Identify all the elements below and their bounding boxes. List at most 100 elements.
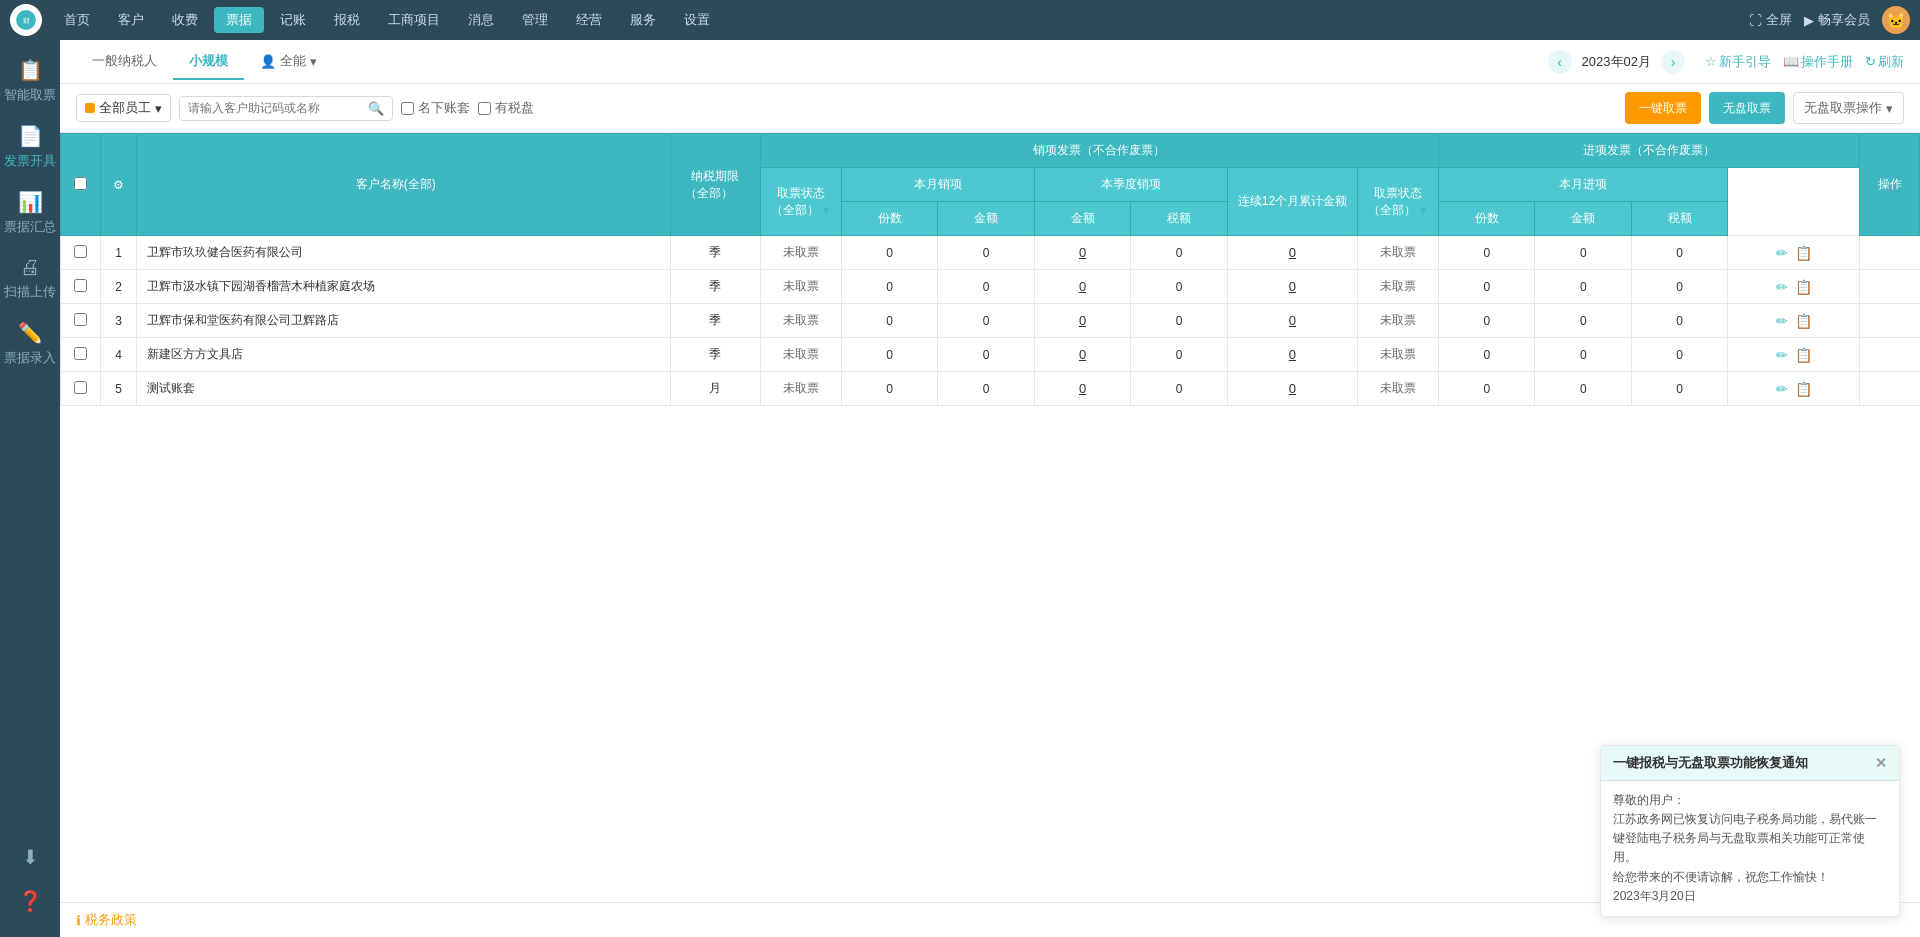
edit-action-icon[interactable]: ✏	[1776, 279, 1788, 295]
nav-operation[interactable]: 经营	[564, 7, 614, 33]
detail-action-icon[interactable]: 📋	[1795, 279, 1812, 295]
sales-month-count-cell: 0	[841, 338, 937, 372]
customer-search-input[interactable]	[180, 97, 360, 119]
sidebar-item-invoice-entry[interactable]: ✏️ 票据录入	[0, 311, 60, 377]
action-cell: ✏ 📋	[1728, 270, 1860, 304]
action-cell: ✏ 📋	[1728, 236, 1860, 270]
action-header: 操作	[1860, 134, 1920, 236]
operation-manual-link[interactable]: 📖 操作手册	[1783, 53, 1853, 71]
diskless-ops-button[interactable]: 无盘取票操作 ▾	[1793, 92, 1904, 124]
action-cell: ✏ 📋	[1728, 338, 1860, 372]
purchase-status-cell: 未取票	[1358, 338, 1439, 372]
prev-month-button[interactable]: ‹	[1548, 50, 1572, 74]
dropdown-chevron-icon: ▾	[155, 101, 162, 116]
row-checkbox[interactable]	[74, 347, 87, 360]
purchase-month-count-cell: 0	[1439, 372, 1535, 406]
nav-tax[interactable]: 报税	[322, 7, 372, 33]
row-checkbox[interactable]	[74, 245, 87, 258]
nav-home[interactable]: 首页	[52, 7, 102, 33]
customer-name-cell: 卫辉市保和堂医药有限公司卫辉路店	[137, 304, 671, 338]
edit-action-icon[interactable]: ✏	[1776, 381, 1788, 397]
row-checkbox[interactable]	[74, 313, 87, 326]
row-index: 1	[101, 236, 137, 270]
detail-action-icon[interactable]: 📋	[1795, 347, 1812, 363]
diskless-invoice-button[interactable]: 无盘取票	[1709, 92, 1785, 124]
sidebar-item-download[interactable]: ⬇	[18, 837, 43, 877]
row-checkbox-cell[interactable]	[61, 270, 101, 304]
scan-upload-icon: 🖨	[20, 256, 40, 279]
row-checkbox-cell[interactable]	[61, 338, 101, 372]
has-tax-disk-checkbox-label[interactable]: 有税盘	[478, 99, 534, 117]
nav-fee[interactable]: 收费	[160, 7, 210, 33]
nav-bookkeeping[interactable]: 记账	[268, 7, 318, 33]
new-user-guide-link[interactable]: ☆ 新手引导	[1705, 53, 1771, 71]
notification-close-button[interactable]: ✕	[1875, 755, 1887, 771]
sidebar-item-issue-invoice[interactable]: 📄 发票开具	[0, 114, 60, 180]
sales-12month-cell[interactable]: 0	[1227, 304, 1357, 338]
vip-button[interactable]: ▶ 畅享会员	[1804, 11, 1870, 29]
nav-management[interactable]: 管理	[510, 7, 560, 33]
sidebar-item-invoice-summary[interactable]: 📊 票据汇总	[0, 180, 60, 246]
select-all-header[interactable]	[61, 134, 101, 236]
next-month-button[interactable]: ›	[1661, 50, 1685, 74]
row-checkbox-cell[interactable]	[61, 372, 101, 406]
tab-general-taxpayer[interactable]: 一般纳税人	[76, 44, 173, 80]
nav-business[interactable]: 工商项目	[376, 7, 452, 33]
sales-month-amount-header: 金额	[938, 202, 1034, 236]
purchase-month-count-cell: 0	[1439, 304, 1535, 338]
detail-action-icon[interactable]: 📋	[1795, 245, 1812, 261]
tab-small-scale[interactable]: 小规模	[173, 44, 244, 80]
sales-12month-cell[interactable]: 0	[1227, 270, 1357, 304]
sidebar-item-smart-invoice[interactable]: 📋 智能取票	[0, 48, 60, 114]
own-account-checkbox[interactable]	[401, 102, 414, 115]
sales-month-count-cell: 0	[841, 372, 937, 406]
employee-select-dropdown[interactable]: 全部员工 ▾	[76, 94, 171, 122]
user-avatar[interactable]: 🐱	[1882, 6, 1910, 34]
edit-action-icon[interactable]: ✏	[1776, 347, 1788, 363]
edit-action-icon[interactable]: ✏	[1776, 313, 1788, 329]
sales-quarter-amount-cell[interactable]: 0	[1034, 236, 1130, 270]
toolbar: 全部员工 ▾ 🔍 名下账套 有税盘 一键取票 无盘取票 无盘取票操作 ▾	[60, 84, 1920, 133]
nav-menu: 首页 客户 收费 票据 记账 报税 工商项目 消息 管理 经营 服务 设置	[52, 7, 1749, 33]
help-icon: ❓	[18, 889, 43, 913]
row-checkbox-cell[interactable]	[61, 236, 101, 270]
sales-quarter-amount-cell[interactable]: 0	[1034, 338, 1130, 372]
nav-right-area: ⛶ 全屏 ▶ 畅享会员 🐱	[1749, 6, 1910, 34]
invoice-table: ⚙ 客户名称(全部) ▼ 纳税期限（全部）▼ 销项发票（不合作废票） 进项发票（…	[60, 133, 1920, 406]
one-click-invoice-button[interactable]: 一键取票	[1625, 92, 1701, 124]
nav-message[interactable]: 消息	[456, 7, 506, 33]
detail-action-icon[interactable]: 📋	[1795, 313, 1812, 329]
sales-quarter-amount-cell[interactable]: 0	[1034, 304, 1130, 338]
own-account-checkbox-label[interactable]: 名下账套	[401, 99, 470, 117]
select-all-checkbox[interactable]	[74, 177, 87, 190]
current-month-sales-header: 本月销项	[841, 168, 1034, 202]
issue-invoice-icon: 📄	[18, 124, 43, 148]
notification-panel: 一键报税与无盘取票功能恢复通知 ✕ 尊敬的用户：江苏政务网已恢复访问电子税务局功…	[1600, 745, 1900, 917]
edit-action-icon[interactable]: ✏	[1776, 245, 1788, 261]
nav-service[interactable]: 服务	[618, 7, 668, 33]
row-checkbox-cell[interactable]	[61, 304, 101, 338]
sales-12month-cell[interactable]: 0	[1227, 338, 1357, 372]
fullscreen-button[interactable]: ⛶ 全屏	[1749, 11, 1792, 29]
nav-customer[interactable]: 客户	[106, 7, 156, 33]
sidebar-item-help[interactable]: ❓	[18, 881, 43, 921]
row-index: 3	[101, 304, 137, 338]
has-tax-disk-checkbox[interactable]	[478, 102, 491, 115]
sidebar-item-scan-upload[interactable]: 🖨 扫描上传	[0, 246, 60, 311]
smart-invoice-icon: 📋	[18, 58, 43, 82]
profile-icon: 👤	[260, 54, 276, 69]
sales-quarter-amount-cell[interactable]: 0	[1034, 270, 1130, 304]
row-checkbox[interactable]	[74, 381, 87, 394]
sales-quarter-amount-cell[interactable]: 0	[1034, 372, 1130, 406]
tab-full-ability[interactable]: 👤 全能 ▾	[244, 44, 333, 80]
action-cell: ✏ 📋	[1728, 304, 1860, 338]
sales-12month-cell[interactable]: 0	[1227, 372, 1357, 406]
sales-12month-cell[interactable]: 0	[1227, 236, 1357, 270]
refresh-link[interactable]: ↻ 刷新	[1865, 53, 1904, 71]
nav-invoice[interactable]: 票据	[214, 7, 264, 33]
search-button[interactable]: 🔍	[360, 97, 392, 120]
nav-settings[interactable]: 设置	[672, 7, 722, 33]
detail-action-icon[interactable]: 📋	[1795, 381, 1812, 397]
row-checkbox[interactable]	[74, 279, 87, 292]
sidebar-bottom: ⬇ ❓	[18, 837, 43, 937]
